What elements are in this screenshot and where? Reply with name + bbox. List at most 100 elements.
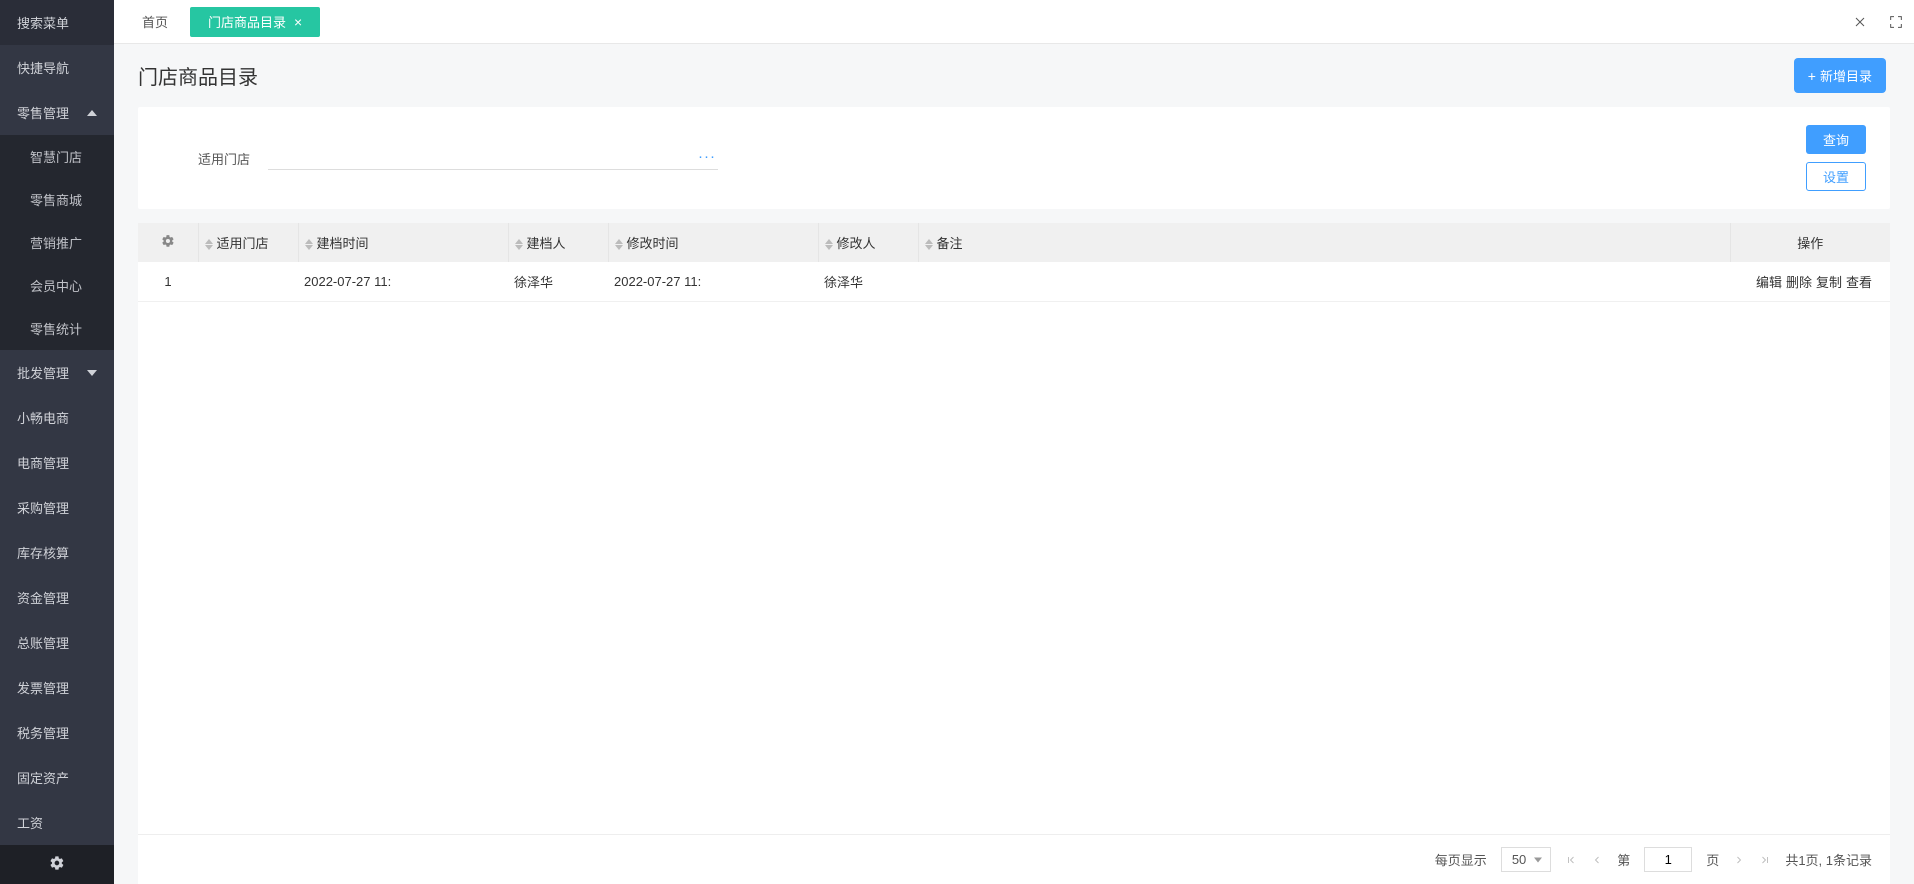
table-cell-actions: 编辑删除复制查看: [1730, 262, 1890, 302]
next-page-icon[interactable]: [1733, 854, 1745, 866]
col-updater[interactable]: 修改人: [818, 223, 918, 262]
tab[interactable]: 门店商品目录 ×: [190, 7, 320, 37]
sidebar-item-label: 营销推广: [30, 236, 82, 251]
sidebar-item[interactable]: 快捷导航: [0, 45, 114, 90]
tab-label: 门店商品目录: [208, 12, 286, 31]
table: 适用门店 建档时间 建档人 修改时间 修改人 备注 操作 1 2022-07-27…: [138, 223, 1890, 884]
query-button[interactable]: 查询: [1806, 125, 1866, 154]
table-cell: 1: [138, 262, 198, 302]
sidebar-item[interactable]: 工资: [0, 800, 114, 845]
sidebar-item-label: 搜索菜单: [17, 13, 69, 32]
pagination: 每页显示 50 第 页 共1页, 1条记录: [138, 834, 1890, 884]
sidebar-item[interactable]: 发票管理: [0, 665, 114, 710]
settings-button[interactable]: 设置: [1806, 162, 1866, 191]
sort-icon: [825, 239, 833, 250]
tab-close-icon[interactable]: ×: [294, 15, 302, 29]
sidebar-item[interactable]: 固定资产: [0, 755, 114, 800]
tab-label: 首页: [142, 12, 168, 31]
tab[interactable]: 首页: [124, 7, 186, 37]
table-cell: [198, 262, 298, 302]
table-cell: 2022-07-27 11:: [608, 262, 818, 302]
page-size-select[interactable]: 50: [1501, 847, 1551, 872]
sidebar-item[interactable]: 库存核算: [0, 530, 114, 575]
sidebar-item[interactable]: 会员中心: [0, 264, 114, 307]
sort-icon: [305, 239, 313, 250]
row-action[interactable]: 查看: [1846, 275, 1872, 290]
sidebar-item-label: 零售统计: [30, 322, 82, 337]
sidebar-item[interactable]: 零售商城: [0, 178, 114, 221]
col-update-time[interactable]: 修改时间: [608, 223, 818, 262]
col-remark[interactable]: 备注: [918, 223, 1730, 262]
row-action[interactable]: 编辑: [1756, 275, 1782, 290]
chevron-down-icon: [87, 370, 97, 376]
sidebar-item-label: 库存核算: [17, 543, 69, 562]
chevron-up-icon: [87, 110, 97, 116]
filter-store-input[interactable]: [268, 146, 718, 170]
sidebar-item[interactable]: 批发管理: [0, 350, 114, 395]
page-input[interactable]: [1644, 847, 1692, 872]
page-size-label: 每页显示: [1435, 850, 1487, 869]
sidebar-item-label: 总账管理: [17, 633, 69, 652]
fullscreen-icon[interactable]: [1884, 10, 1908, 34]
sidebar-item-label: 工资: [17, 813, 43, 832]
sidebar-item-label: 采购管理: [17, 498, 69, 517]
sidebar-item[interactable]: 电商管理: [0, 440, 114, 485]
page-prefix: 第: [1617, 850, 1630, 869]
gear-icon: [49, 859, 65, 874]
sort-icon: [925, 239, 933, 250]
sidebar-item-label: 批发管理: [17, 363, 69, 382]
first-page-icon[interactable]: [1565, 854, 1577, 866]
sort-icon: [615, 239, 623, 250]
page-title: 门店商品目录: [138, 61, 258, 90]
page-summary: 共1页, 1条记录: [1785, 850, 1872, 869]
sidebar-item[interactable]: 搜索菜单: [0, 0, 114, 45]
sidebar-item[interactable]: 总账管理: [0, 620, 114, 665]
col-create-time[interactable]: 建档时间: [298, 223, 508, 262]
last-page-icon[interactable]: [1759, 854, 1771, 866]
sidebar-item-label: 快捷导航: [17, 58, 69, 77]
sidebar-item-label: 电商管理: [17, 453, 69, 472]
table-cell: 徐泽华: [508, 262, 608, 302]
sidebar-item-label: 会员中心: [30, 279, 82, 294]
row-action[interactable]: 删除: [1786, 275, 1812, 290]
sidebar-item-label: 发票管理: [17, 678, 69, 697]
table-cell: 2022-07-27 11:: [298, 262, 508, 302]
page-suffix: 页: [1706, 850, 1719, 869]
main: 首页门店商品目录× 门店商品目录 + 新增目录 适: [114, 0, 1914, 884]
col-creator[interactable]: 建档人: [508, 223, 608, 262]
sidebar: 搜索菜单快捷导航零售管理智慧门店零售商城营销推广会员中心零售统计批发管理小畅电商…: [0, 0, 114, 884]
filter-bar: 适用门店 ··· 查询 设置: [138, 107, 1890, 209]
row-action[interactable]: 复制: [1816, 275, 1842, 290]
filter-store-label: 适用门店: [198, 149, 250, 168]
sidebar-item-label: 零售管理: [17, 103, 69, 122]
col-actions: 操作: [1730, 223, 1890, 262]
table-row: 12022-07-27 11:徐泽华2022-07-27 11:徐泽华编辑删除复…: [138, 262, 1890, 302]
table-cell: [918, 262, 1730, 302]
sidebar-item[interactable]: 智慧门店: [0, 135, 114, 178]
sidebar-item[interactable]: 小畅电商: [0, 395, 114, 440]
sidebar-item[interactable]: 零售管理: [0, 90, 114, 135]
sidebar-item[interactable]: 营销推广: [0, 221, 114, 264]
add-catalog-label: 新增目录: [1820, 66, 1872, 85]
sidebar-item[interactable]: 采购管理: [0, 485, 114, 530]
sidebar-item-label: 资金管理: [17, 588, 69, 607]
sidebar-item-label: 税务管理: [17, 723, 69, 742]
table-settings-header[interactable]: [138, 223, 198, 262]
ellipsis-icon[interactable]: ···: [698, 148, 716, 165]
table-cell: 徐泽华: [818, 262, 918, 302]
sidebar-item-label: 零售商城: [30, 193, 82, 208]
close-icon[interactable]: [1848, 10, 1872, 34]
sidebar-item-label: 智慧门店: [30, 150, 82, 165]
tabbar: 首页 门店商品目录 ×: [114, 0, 1914, 44]
col-store[interactable]: 适用门店: [198, 223, 298, 262]
sort-icon: [205, 239, 213, 250]
sidebar-item[interactable]: 资金管理: [0, 575, 114, 620]
sidebar-settings[interactable]: [0, 845, 114, 884]
prev-page-icon[interactable]: [1591, 854, 1603, 866]
plus-icon: +: [1808, 69, 1816, 83]
sidebar-item[interactable]: 税务管理: [0, 710, 114, 755]
sort-icon: [515, 239, 523, 250]
sidebar-item-label: 固定资产: [17, 768, 69, 787]
sidebar-item[interactable]: 零售统计: [0, 307, 114, 350]
add-catalog-button[interactable]: + 新增目录: [1794, 58, 1886, 93]
